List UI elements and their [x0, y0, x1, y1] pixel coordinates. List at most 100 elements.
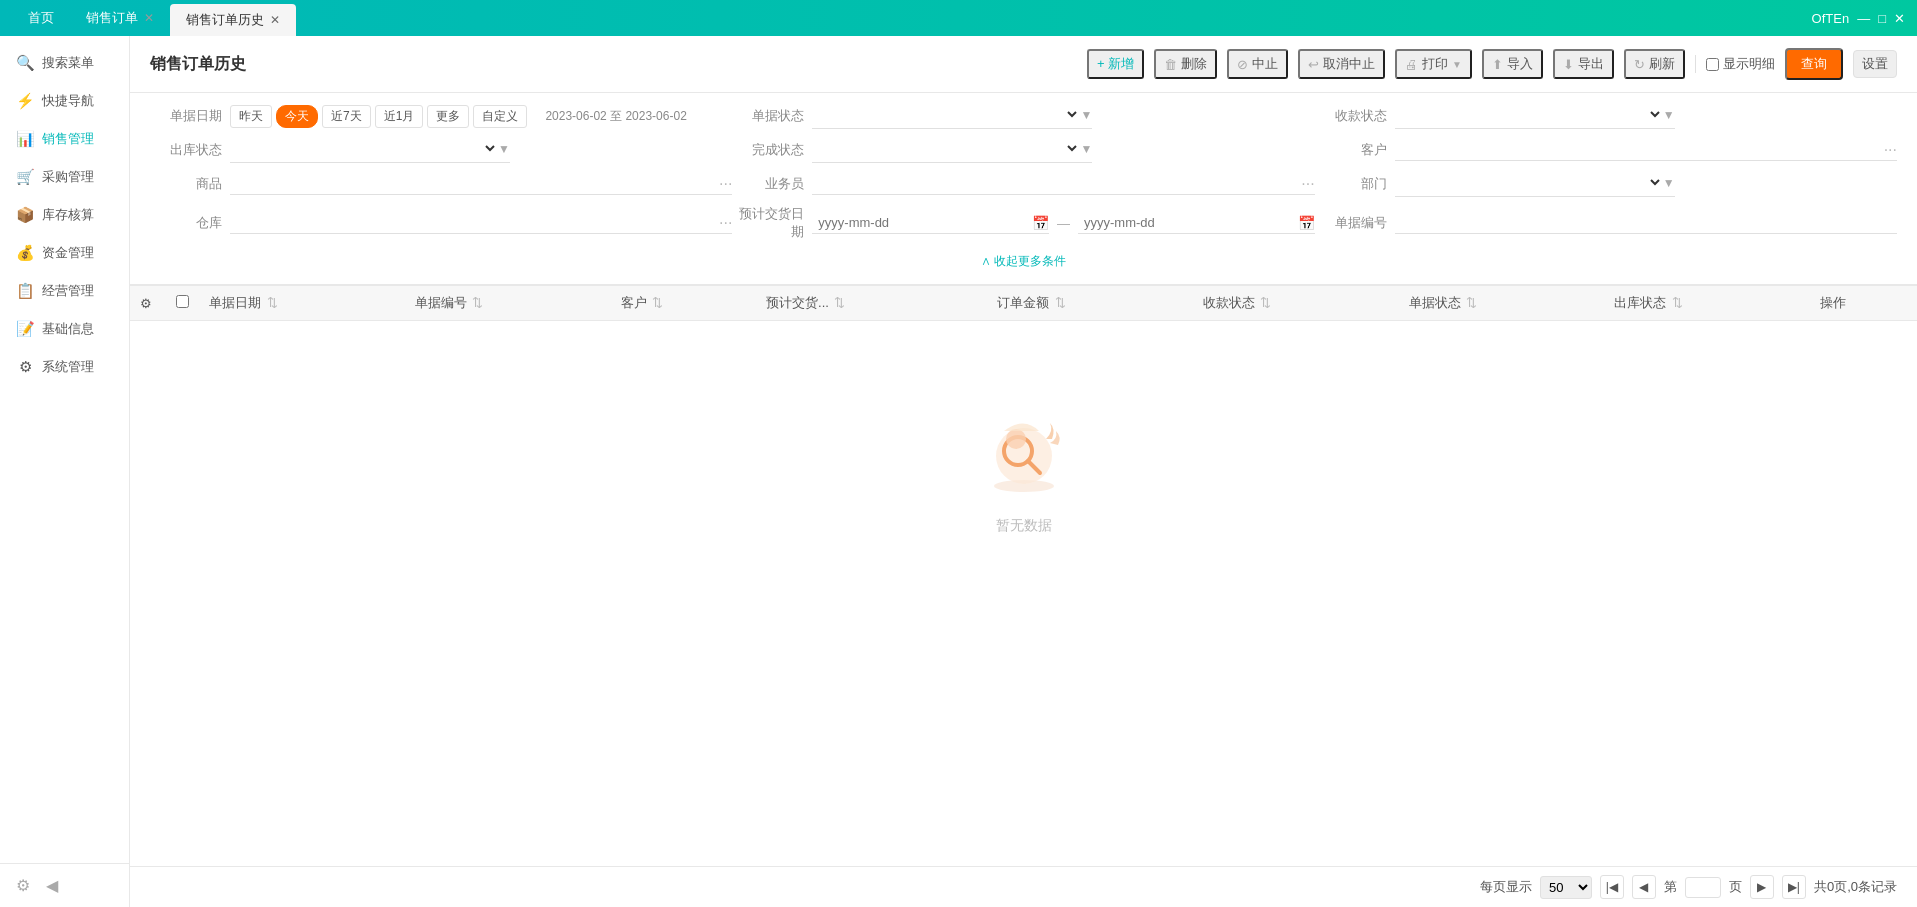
- goods-dots-icon[interactable]: ···: [719, 175, 732, 193]
- th-customer[interactable]: 客户 ⇅: [611, 286, 756, 321]
- order-status-label: 单据状态: [732, 107, 812, 125]
- th-out-status[interactable]: 出库状态 ⇅: [1604, 286, 1810, 321]
- order-no-input[interactable]: [1395, 212, 1897, 233]
- sidebar-item-system[interactable]: ⚙ 系统管理: [0, 348, 129, 386]
- page-title-row: 销售订单历史 + 新增 🗑 删除 ⊘ 中止 ↩ 取消中止: [150, 48, 1897, 80]
- out-status-select-wrapper: ▼: [230, 137, 510, 163]
- date-btn-more[interactable]: 更多: [427, 105, 469, 128]
- sidebar-item-finance[interactable]: 💰 资金管理: [0, 234, 129, 272]
- show-detail-checkbox-label[interactable]: 显示明细: [1706, 55, 1775, 73]
- select-all-checkbox[interactable]: [176, 295, 189, 308]
- dept-chevron-icon: ▼: [1663, 176, 1675, 190]
- filter-salesperson-section: 业务员 ···: [732, 173, 1314, 195]
- expected-date-to-calendar-icon[interactable]: 📅: [1298, 215, 1315, 231]
- page-size-select[interactable]: 10 20 50 100: [1540, 876, 1592, 899]
- complete-status-select[interactable]: [812, 137, 1080, 160]
- table-body: 暂无数据: [130, 321, 1917, 616]
- page-title: 销售订单历史: [150, 54, 246, 75]
- goods-input[interactable]: [230, 173, 715, 194]
- th-receipt-status[interactable]: 收款状态 ⇅: [1193, 286, 1399, 321]
- th-gear[interactable]: ⚙: [130, 286, 166, 321]
- date-btn-custom[interactable]: 自定义: [473, 105, 527, 128]
- import-button[interactable]: ⬆ 导入: [1482, 49, 1543, 79]
- filter-row-1: 单据日期 昨天 今天 近7天 近1月 更多 自定义 2023-06-02 至 2…: [150, 103, 1897, 129]
- refresh-button[interactable]: ↻ 刷新: [1624, 49, 1685, 79]
- content-area: 销售订单历史 + 新增 🗑 删除 ⊘ 中止 ↩ 取消中止: [130, 36, 1917, 907]
- dept-select[interactable]: [1395, 171, 1663, 194]
- sidebar-item-sales[interactable]: 📊 销售管理: [0, 120, 129, 158]
- sidebar-item-operations[interactable]: 📋 经营管理: [0, 272, 129, 310]
- tab-sales-order-history-label: 销售订单历史: [186, 11, 264, 29]
- sales-icon: 📊: [16, 130, 34, 148]
- sidebar-item-purchase[interactable]: 🛒 采购管理: [0, 158, 129, 196]
- often-text: OfTEn: [1812, 11, 1850, 26]
- search-menu-icon: 🔍: [16, 54, 34, 72]
- tab-sales-order-history[interactable]: 销售订单历史 ✕: [170, 4, 296, 36]
- order-status-select[interactable]: [812, 103, 1080, 126]
- window-close-btn[interactable]: ✕: [1894, 11, 1905, 26]
- sidebar-item-quick-nav[interactable]: ⚡ 快捷导航: [0, 82, 129, 120]
- finance-icon: 💰: [16, 244, 34, 262]
- export-button[interactable]: ⬇ 导出: [1553, 49, 1614, 79]
- empty-state: 暂无数据: [130, 321, 1917, 615]
- tab-sales-order-history-close[interactable]: ✕: [270, 13, 280, 27]
- new-button[interactable]: + 新增: [1087, 49, 1144, 79]
- date-btn-today[interactable]: 今天: [276, 105, 318, 128]
- cancel-stop-button[interactable]: ↩ 取消中止: [1298, 49, 1385, 79]
- prev-page-btn[interactable]: ◀: [1632, 875, 1656, 899]
- empty-text: 暂无数据: [996, 517, 1052, 535]
- sidebar: 🔍 搜索菜单 ⚡ 快捷导航 📊 销售管理 🛒 采购管理 📦 库存核算 💰 资金管…: [0, 36, 130, 907]
- receipt-status-select[interactable]: [1395, 103, 1663, 126]
- salesperson-input[interactable]: [812, 173, 1297, 194]
- show-detail-checkbox[interactable]: [1706, 58, 1719, 71]
- query-button[interactable]: 查询: [1785, 48, 1843, 80]
- th-no[interactable]: 单据编号 ⇅: [405, 286, 611, 321]
- salesperson-dots-icon[interactable]: ···: [1301, 175, 1314, 193]
- sidebar-item-search-menu[interactable]: 🔍 搜索菜单: [0, 44, 129, 82]
- tab-home[interactable]: 首页: [12, 0, 70, 36]
- window-expand-btn[interactable]: □: [1878, 11, 1886, 26]
- th-expected[interactable]: 预计交货... ⇅: [756, 286, 987, 321]
- sidebar-item-search-menu-label: 搜索菜单: [42, 54, 94, 72]
- filter-row-2: 出库状态 ▼ 完成状态 ▼ 客户: [150, 137, 1897, 163]
- tab-sales-order[interactable]: 销售订单 ✕: [70, 0, 170, 36]
- th-order-status[interactable]: 单据状态 ⇅: [1399, 286, 1605, 321]
- last-page-btn[interactable]: ▶|: [1782, 875, 1806, 899]
- customer-input[interactable]: [1395, 139, 1880, 160]
- expected-date-to-input[interactable]: [1078, 212, 1298, 233]
- order-status-select-wrapper: ▼: [812, 103, 1092, 129]
- sort-expected-icon: ⇅: [834, 295, 845, 310]
- sort-order-status-icon: ⇅: [1466, 295, 1477, 310]
- stop-button[interactable]: ⊘ 中止: [1227, 49, 1288, 79]
- stop-icon: ⊘: [1237, 57, 1248, 72]
- date-btn-7days[interactable]: 近7天: [322, 105, 371, 128]
- settings-btn[interactable]: 设置: [1853, 50, 1897, 78]
- print-button[interactable]: 🖨 打印 ▼: [1395, 49, 1472, 79]
- sidebar-collapse-icon[interactable]: ◀: [46, 876, 58, 895]
- sidebar-item-base-info[interactable]: 📝 基础信息: [0, 310, 129, 348]
- delete-button[interactable]: 🗑 删除: [1154, 49, 1217, 79]
- warehouse-input[interactable]: [230, 212, 715, 233]
- th-date[interactable]: 单据日期 ⇅: [199, 286, 405, 321]
- next-page-btn[interactable]: ▶: [1750, 875, 1774, 899]
- expected-date-from-calendar-icon[interactable]: 📅: [1032, 215, 1049, 231]
- out-status-select[interactable]: [230, 137, 498, 160]
- window-minimize-btn[interactable]: —: [1857, 11, 1870, 26]
- sidebar-item-inventory[interactable]: 📦 库存核算: [0, 196, 129, 234]
- export-icon: ⬇: [1563, 57, 1574, 72]
- sidebar-settings-icon[interactable]: ⚙: [16, 876, 30, 895]
- date-btn-yesterday[interactable]: 昨天: [230, 105, 272, 128]
- collapse-bar[interactable]: ∧ 收起更多条件: [150, 249, 1897, 274]
- th-amount[interactable]: 订单金额 ⇅: [987, 286, 1193, 321]
- tab-home-label: 首页: [28, 9, 54, 27]
- tab-sales-order-close[interactable]: ✕: [144, 11, 154, 25]
- expected-date-from-input[interactable]: [812, 212, 1032, 233]
- date-btn-1month[interactable]: 近1月: [375, 105, 424, 128]
- th-check[interactable]: [166, 286, 199, 321]
- first-page-btn[interactable]: |◀: [1600, 875, 1624, 899]
- jump-label: 第: [1664, 878, 1677, 896]
- complete-status-select-wrapper: ▼: [812, 137, 1092, 163]
- page-number-input[interactable]: 1: [1685, 877, 1721, 898]
- customer-dots-icon[interactable]: ···: [1884, 141, 1897, 159]
- warehouse-dots-icon[interactable]: ···: [719, 214, 732, 232]
